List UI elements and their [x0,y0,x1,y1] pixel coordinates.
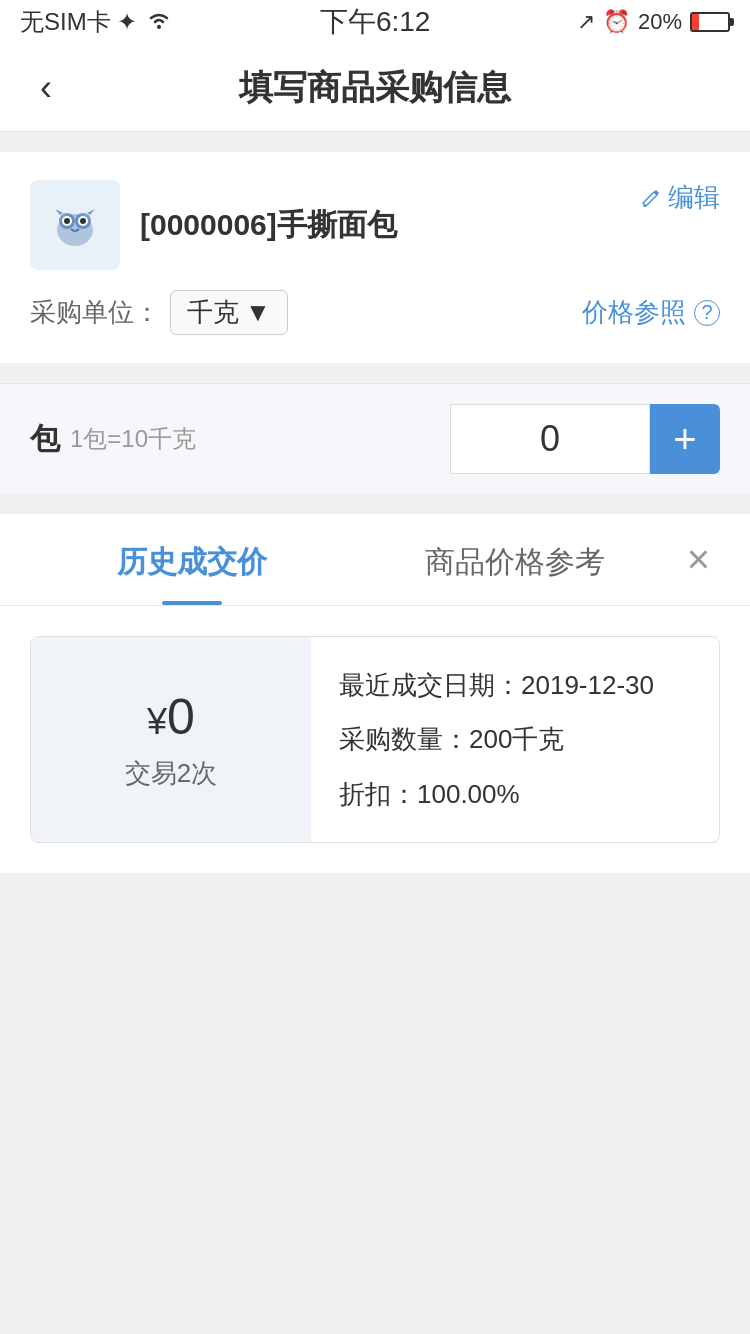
unit-value: 千克 [187,295,239,330]
unit-label: 采购单位： [30,295,160,330]
divider-1 [0,363,750,383]
svg-point-6 [64,218,70,224]
purchase-quantity-row: 采购数量：200千克 [339,721,691,757]
edit-label: 编辑 [668,180,720,215]
status-bar: 无SIM卡 ✦ 下午6:12 ↗ ⏰ 20% [0,0,750,44]
quantity-value: 0 [540,418,560,460]
quantity-unit-desc: 1包=10千克 [70,423,196,455]
svg-point-7 [80,218,86,224]
history-trades: 交易2次 [125,756,217,791]
quantity-unit-badge: 包 [30,419,60,460]
discount-label: 折扣： [339,779,417,809]
tab-close-button[interactable]: × [677,527,720,592]
tab-price-reference[interactable]: 商品价格参考 [353,514,676,605]
status-left: 无SIM卡 ✦ [20,6,173,38]
quantity-label-area: 包 1包=10千克 [30,419,196,460]
history-content: ¥0 交易2次 最近成交日期：2019-12-30 采购数量：200千克 折扣：… [0,606,750,873]
product-bottom: 采购单位： 千克 ▼ 价格参照 ? [30,290,720,335]
history-card-left: ¥0 交易2次 [31,637,311,842]
product-thumbnail [30,180,120,270]
product-left: [0000006]手撕面包 [30,180,397,270]
price-reference-button[interactable]: 价格参照 ? [582,295,720,330]
alarm-icon: ⏰ [603,9,630,35]
status-right: ↗ ⏰ 20% [577,9,730,35]
quantity-row: 包 1包=10千克 0 + [0,384,750,494]
unit-row: 采购单位： 千克 ▼ [30,290,288,335]
page-title: 填写商品采购信息 [239,65,511,111]
product-card: [0000006]手撕面包 编辑 采购单位： 千克 ▼ 价格参照 ? [0,152,750,363]
quantity-detail-value: 200千克 [469,724,564,754]
nav-bar: ‹ 填写商品采购信息 [0,44,750,132]
back-button[interactable]: ‹ [30,57,62,119]
quantity-section: 包 1包=10千克 0 + [0,383,750,494]
carrier-text: 无SIM卡 ✦ [20,6,137,38]
currency-symbol: ¥ [147,701,167,742]
tabs-header: 历史成交价 商品价格参考 × [0,514,750,606]
history-card: ¥0 交易2次 最近成交日期：2019-12-30 采购数量：200千克 折扣：… [30,636,720,843]
svg-point-0 [157,25,161,29]
quantity-label: 采购数量： [339,724,469,754]
quantity-input[interactable]: 0 [450,404,650,474]
history-card-right: 最近成交日期：2019-12-30 采购数量：200千克 折扣：100.00% [311,637,719,842]
edit-icon [640,187,662,209]
edit-button[interactable]: 编辑 [640,180,720,215]
recent-date-row: 最近成交日期：2019-12-30 [339,667,691,703]
quantity-plus-button[interactable]: + [650,404,720,474]
discount-row: 折扣：100.00% [339,776,691,812]
wifi-icon [145,8,173,36]
battery-percent: 20% [638,9,682,35]
tabs-section: 历史成交价 商品价格参考 × ¥0 交易2次 最近成交日期：2019-12-30… [0,514,750,873]
history-price: ¥0 [147,688,195,746]
location-icon: ↗ [577,9,595,35]
recent-date-label: 最近成交日期： [339,670,521,700]
recent-date-value: 2019-12-30 [521,670,654,700]
quantity-controls: 0 + [450,404,720,474]
dropdown-arrow-icon: ▼ [245,297,271,328]
tab-history-price[interactable]: 历史成交价 [30,514,353,605]
status-time: 下午6:12 [320,3,431,41]
battery-icon [690,12,730,32]
owl-logo-icon [45,195,105,255]
price-ref-label: 价格参照 [582,295,686,330]
product-top: [0000006]手撕面包 编辑 [30,180,720,270]
price-value: 0 [167,689,195,745]
help-icon: ? [694,300,720,326]
product-name: [0000006]手撕面包 [140,205,397,246]
unit-select[interactable]: 千克 ▼ [170,290,288,335]
discount-value: 100.00% [417,779,520,809]
